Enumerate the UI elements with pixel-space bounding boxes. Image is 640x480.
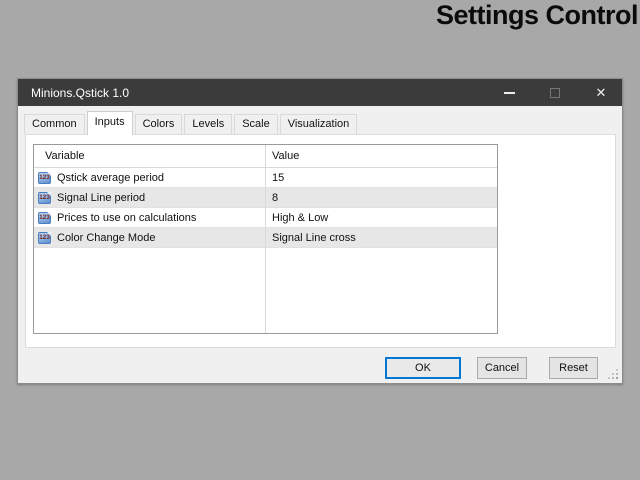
value-cell[interactable]: Signal Line cross — [265, 232, 356, 244]
maximize-button — [542, 79, 568, 106]
tab-inputs[interactable]: Inputs — [86, 111, 133, 135]
variable-name: Qstick average period — [57, 171, 164, 184]
close-button[interactable]: ✕ — [588, 79, 614, 106]
numeric-input-icon: 123 — [38, 231, 51, 244]
inputs-table: Variable Value 123 Qstick average period… — [33, 144, 498, 334]
value-cell[interactable]: 15 — [265, 172, 284, 184]
variable-name: Signal Line period — [57, 191, 146, 204]
dialog-titlebar[interactable]: Minions.Qstick 1.0 ✕ — [18, 79, 622, 106]
tab-common[interactable]: Common — [24, 114, 85, 134]
resize-grip[interactable] — [616, 377, 618, 379]
window-controls: ✕ — [476, 79, 614, 106]
variable-cell: 123 Color Change Mode — [34, 231, 265, 244]
tab-strip: Common Inputs Colors Levels Scale Visual… — [24, 111, 359, 135]
numeric-input-icon: 123 — [38, 211, 51, 224]
variable-name: Color Change Mode — [57, 231, 156, 244]
settings-dialog: Minions.Qstick 1.0 ✕ Common Inputs Color… — [17, 78, 623, 384]
variable-cell: 123 Signal Line period — [34, 191, 265, 204]
ok-button[interactable]: OK — [385, 357, 461, 379]
dialog-title: Minions.Qstick 1.0 — [31, 85, 130, 100]
page-title: Settings Control — [436, 0, 639, 30]
variable-name: Prices to use on calculations — [57, 211, 197, 224]
desktop-background: Settings Control Minions.Qstick 1.0 ✕ Co… — [0, 0, 640, 480]
column-header-value: Value — [272, 150, 300, 162]
column-header-variable: Variable — [45, 150, 85, 162]
reset-button[interactable]: Reset — [549, 357, 598, 379]
minimize-button[interactable] — [496, 79, 522, 106]
value-cell[interactable]: High & Low — [265, 212, 328, 224]
close-icon: ✕ — [595, 85, 607, 100]
cancel-button[interactable]: Cancel — [477, 357, 527, 379]
tab-scale[interactable]: Scale — [234, 114, 278, 134]
tab-visualization[interactable]: Visualization — [279, 114, 358, 134]
column-divider — [265, 145, 266, 333]
tab-colors[interactable]: Colors — [134, 114, 183, 134]
minimize-icon — [503, 91, 515, 94]
numeric-input-icon: 123 — [38, 191, 51, 204]
variable-cell: 123 Qstick average period — [34, 171, 265, 184]
value-cell[interactable]: 8 — [265, 192, 278, 204]
numeric-input-icon: 123 — [38, 171, 51, 184]
tab-levels[interactable]: Levels — [184, 114, 233, 134]
variable-cell: 123 Prices to use on calculations — [34, 211, 265, 224]
maximize-icon — [550, 87, 560, 98]
